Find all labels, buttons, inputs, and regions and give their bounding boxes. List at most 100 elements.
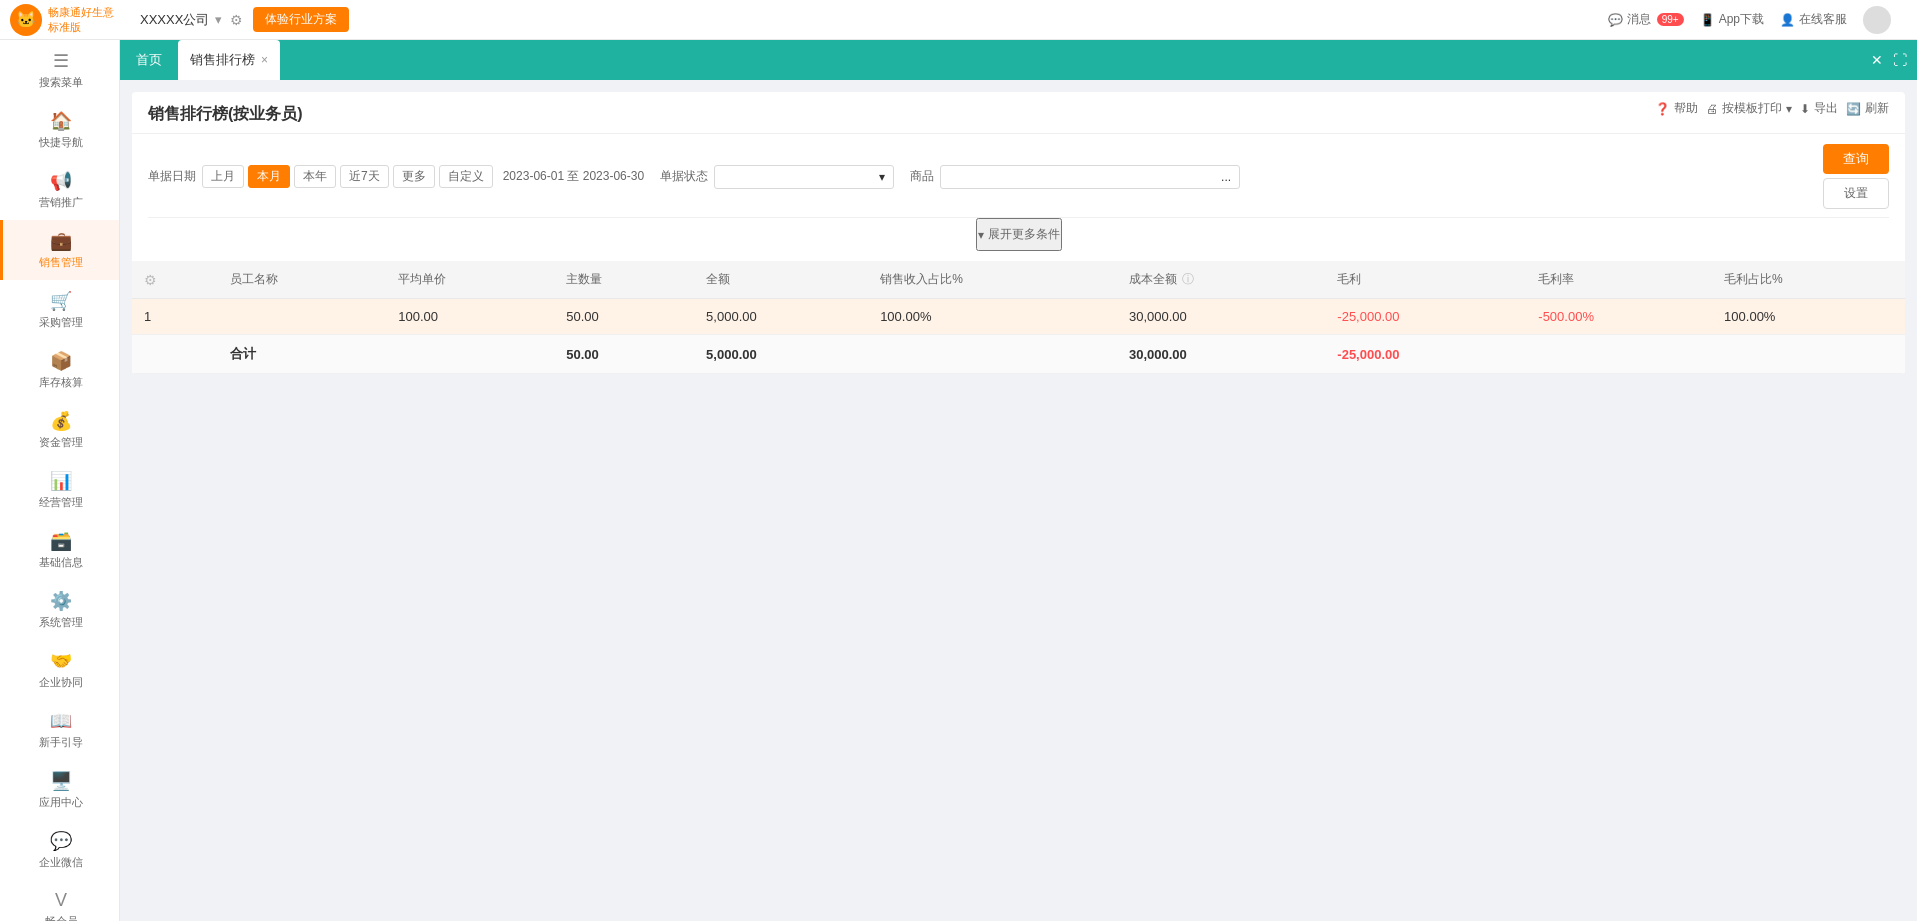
- query-btn[interactable]: 查询: [1823, 144, 1889, 174]
- sidebar-item-label-13: 企业微信: [39, 855, 83, 870]
- sidebar-item-label-5: 库存核算: [39, 375, 83, 390]
- sidebar-item-10[interactable]: 🤝 企业协同: [0, 640, 119, 700]
- sidebar-item-label-2: 营销推广: [39, 195, 83, 210]
- sidebar-item-12[interactable]: 🖥️ 应用中心: [0, 760, 119, 820]
- cell-cost: 30,000.00: [1117, 299, 1325, 335]
- main-area: ☰ 搜索菜单 🏠 快捷导航 📢 营销推广 💼 销售管理 🛒 采购管理 📦 库存核…: [0, 40, 1917, 921]
- avatar[interactable]: [1863, 6, 1891, 34]
- page-header: 销售排行榜(按业务员) ❓ 帮助 🖨 按模板打印 ▾ ⬇: [132, 92, 1905, 133]
- sidebar-item-7[interactable]: 📊 经营管理: [0, 460, 119, 520]
- footer-row: 合计 50.00 5,000.00 30,000.00 -25,000.00: [132, 335, 1905, 374]
- sidebar-item-0[interactable]: ☰ 搜索菜单: [0, 40, 119, 100]
- footer-cell-gross-rate: [1526, 335, 1712, 374]
- online-service-label: 在线客服: [1799, 11, 1847, 28]
- tab-close-icon[interactable]: ×: [261, 53, 268, 67]
- page-title: 销售排行榜(按业务员): [148, 105, 303, 122]
- status-filter-label: 单据状态: [660, 168, 708, 185]
- sidebar-item-3[interactable]: 💼 销售管理: [0, 220, 119, 280]
- cell-rank: 1: [132, 299, 218, 335]
- status-filter: 单据状态 ▾: [660, 165, 894, 189]
- settings-btn[interactable]: 设置: [1823, 178, 1889, 209]
- sidebar-item-icon-3: 💼: [50, 230, 72, 252]
- cell-gross-ratio: 100.00%: [1712, 299, 1905, 335]
- sidebar-item-1[interactable]: 🏠 快捷导航: [0, 100, 119, 160]
- sidebar-item-label-3: 销售管理: [39, 255, 83, 270]
- sidebar-item-icon-2: 📢: [50, 170, 72, 192]
- export-btn[interactable]: ⬇ 导出: [1800, 100, 1838, 117]
- app-wrapper: 🐱 畅康通好生意 标准版 XXXXX公司 ▾ ⚙ 体验行业方案 💬 消息 99+…: [0, 0, 1917, 921]
- sidebar-item-2[interactable]: 📢 营销推广: [0, 160, 119, 220]
- sidebar-item-label-9: 系统管理: [39, 615, 83, 630]
- tab-active-label: 销售排行榜: [190, 51, 255, 69]
- date-btn-上月[interactable]: 上月: [202, 165, 244, 188]
- th-name: 员工名称: [218, 261, 386, 299]
- sidebar-item-label-11: 新手引导: [39, 735, 83, 750]
- logo-icon: 🐱: [10, 4, 42, 36]
- tab-bar-right: ✕ ⛶: [1871, 52, 1917, 68]
- expand-btn[interactable]: ▾ 展开更多条件: [976, 218, 1062, 251]
- goods-select[interactable]: ...: [940, 165, 1240, 189]
- sidebar-item-label-10: 企业协同: [39, 675, 83, 690]
- goods-select-dots: ...: [1221, 170, 1231, 184]
- sidebar-item-8[interactable]: 🗃️ 基础信息: [0, 520, 119, 580]
- company-selector[interactable]: XXXXX公司 ▾: [140, 11, 222, 29]
- tab-bar-expand-icon[interactable]: ⛶: [1893, 52, 1907, 68]
- date-range: 2023-06-01 至 2023-06-30: [503, 168, 644, 185]
- app-download-group[interactable]: 📱 App下载: [1700, 11, 1764, 28]
- date-btn-本月[interactable]: 本月: [248, 165, 290, 188]
- table-settings-icon[interactable]: ⚙: [144, 272, 157, 288]
- top-bar: 🐱 畅康通好生意 标准版 XXXXX公司 ▾ ⚙ 体验行业方案 💬 消息 99+…: [0, 0, 1917, 40]
- sidebar-item-14[interactable]: V 畅会员: [0, 880, 119, 921]
- date-filter: 单据日期 上月本月本年近7天更多自定义 2023-06-01 至 2023-06…: [148, 165, 644, 188]
- help-btn[interactable]: ❓ 帮助: [1655, 100, 1698, 117]
- app-download-label: App下载: [1719, 11, 1764, 28]
- expand-icon: ▾: [978, 228, 984, 242]
- sidebar-item-4[interactable]: 🛒 采购管理: [0, 280, 119, 340]
- sidebar-item-5[interactable]: 📦 库存核算: [0, 340, 119, 400]
- cell-sales-ratio: 100.00%: [868, 299, 1117, 335]
- tab-bar-close-icon[interactable]: ✕: [1871, 52, 1883, 68]
- sidebar-item-icon-9: ⚙️: [50, 590, 72, 612]
- th-avg-price: 平均单价: [386, 261, 554, 299]
- sidebar-item-13[interactable]: 💬 企业微信: [0, 820, 119, 880]
- sidebar-item-icon-10: 🤝: [50, 650, 72, 672]
- message-badge: 99+: [1657, 13, 1684, 26]
- sidebar-item-icon-11: 📖: [50, 710, 72, 732]
- sidebar-item-9[interactable]: ⚙️ 系统管理: [0, 580, 119, 640]
- th-gross-rate: 毛利率: [1526, 261, 1712, 299]
- date-btn-本年[interactable]: 本年: [294, 165, 336, 188]
- settings-icon[interactable]: ⚙: [230, 12, 243, 28]
- footer-cell-label: 合计: [218, 335, 386, 374]
- sidebar-item-label-1: 快捷导航: [39, 135, 83, 150]
- date-btn-group: 上月本月本年近7天更多自定义: [202, 165, 493, 188]
- sidebar-item-6[interactable]: 💰 资金管理: [0, 400, 119, 460]
- online-service-group[interactable]: 👤 在线客服: [1780, 11, 1847, 28]
- sidebar-item-label-8: 基础信息: [39, 555, 83, 570]
- tab-home[interactable]: 首页: [120, 40, 178, 80]
- sidebar-item-icon-0: ☰: [53, 50, 69, 72]
- message-group[interactable]: 💬 消息 99+: [1608, 11, 1684, 28]
- filter-area: 单据日期 上月本月本年近7天更多自定义 2023-06-01 至 2023-06…: [132, 133, 1905, 261]
- footer-cell-avg-price: [386, 335, 554, 374]
- tab-active[interactable]: 销售排行榜 ×: [178, 40, 280, 80]
- th-qty: 主数量: [554, 261, 694, 299]
- date-btn-近7天[interactable]: 近7天: [340, 165, 389, 188]
- print-btn[interactable]: 🖨 按模板打印 ▾: [1706, 100, 1792, 117]
- sidebar-item-icon-5: 📦: [50, 350, 72, 372]
- date-btn-自定义[interactable]: 自定义: [439, 165, 493, 188]
- cell-avg-price: 100.00: [386, 299, 554, 335]
- refresh-btn[interactable]: 🔄 刷新: [1846, 100, 1889, 117]
- trial-btn[interactable]: 体验行业方案: [253, 7, 349, 32]
- company-dropdown-icon[interactable]: ▾: [215, 12, 222, 27]
- right-action-col: 查询 设置: [1823, 144, 1889, 209]
- sidebar-item-11[interactable]: 📖 新手引导: [0, 700, 119, 760]
- th-cost: 成本全额 ⓘ: [1117, 261, 1325, 299]
- goods-filter-label: 商品: [910, 168, 934, 185]
- footer-cell-gross: -25,000.00: [1325, 335, 1526, 374]
- expand-row: ▾ 展开更多条件: [148, 217, 1889, 251]
- cost-info-icon[interactable]: ⓘ: [1182, 272, 1194, 286]
- sidebar-item-label-14: 畅会员: [45, 914, 78, 921]
- date-btn-更多[interactable]: 更多: [393, 165, 435, 188]
- status-select[interactable]: ▾: [714, 165, 894, 189]
- footer-cell-empty: [132, 335, 218, 374]
